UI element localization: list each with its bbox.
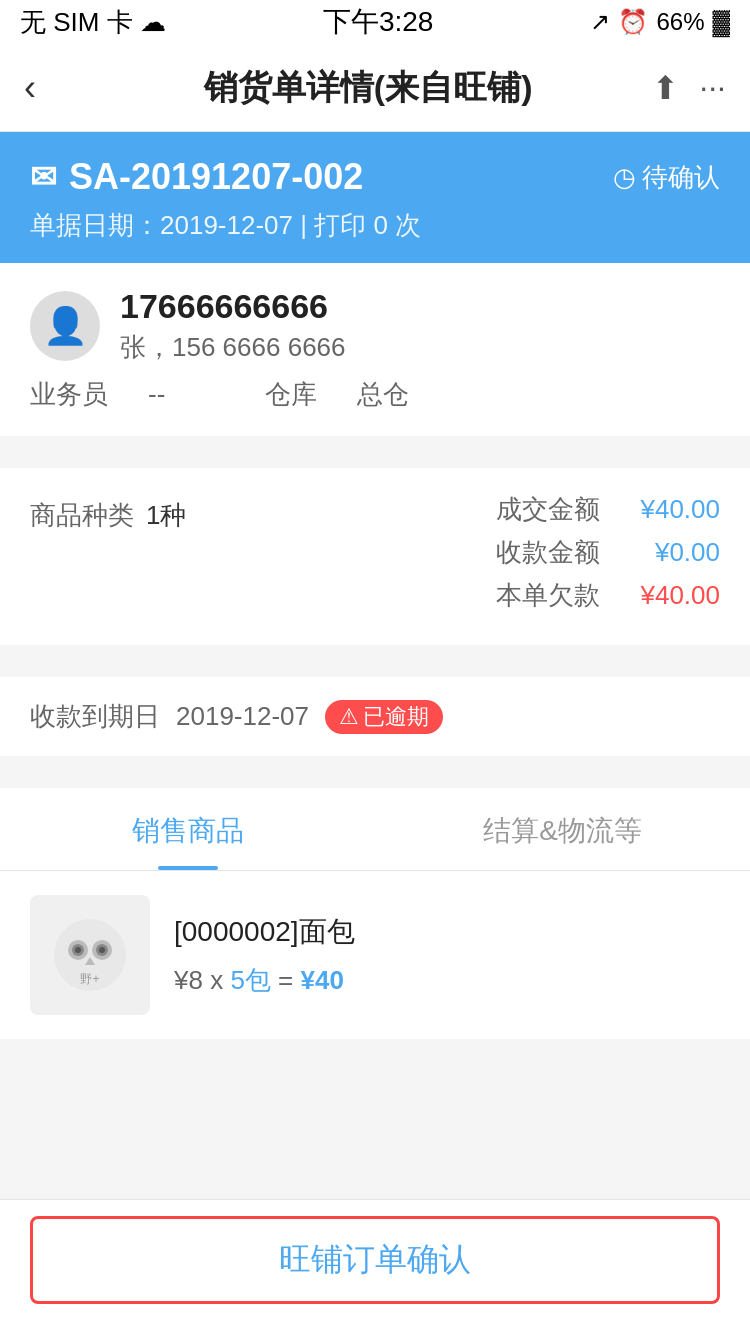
status-bar: 无 SIM 卡 ☁ 下午3:28 ↗ ⏰ 66% ▓ (0, 0, 750, 44)
divider-3 (0, 772, 750, 788)
tab-sales-products[interactable]: 销售商品 (0, 788, 375, 870)
alert-icon: ⚠ (339, 704, 359, 730)
multiply-symbol: x (210, 965, 230, 995)
overdue-badge: ⚠ 已逾期 (325, 700, 443, 734)
svg-text:野+: 野+ (80, 972, 99, 986)
status-bar-time: 下午3:28 (323, 3, 434, 41)
tab-settlement[interactable]: 结算&物流等 (375, 788, 750, 870)
salesperson-label: 业务员 (30, 377, 108, 412)
back-button[interactable]: ‹ (24, 67, 84, 109)
summary-right: 成交金额 ¥40.00 收款金额 ¥0.00 本单欠款 ¥40.00 (496, 492, 720, 621)
customer-phone: 17666666666 (120, 287, 346, 326)
amount-label: 成交金额 (496, 492, 600, 527)
bottom-bar: 旺铺订单确认 (0, 1199, 750, 1334)
order-date: 单据日期：2019-12-07 | 打印 0 次 (30, 208, 720, 243)
status-bar-left: 无 SIM 卡 ☁ (20, 5, 166, 40)
customer-section: 👤 17666666666 张，156 6666 6666 业务员 -- 仓库 … (0, 263, 750, 436)
due-date-section: 收款到期日 2019-12-07 ⚠ 已逾期 (0, 677, 750, 756)
category-value: 1种 (146, 498, 186, 533)
customer-avatar: 👤 (30, 291, 100, 361)
due-date-value: 2019-12-07 (176, 701, 309, 732)
divider-1 (0, 452, 750, 468)
order-id: ✉ SA-20191207-002 (30, 156, 363, 198)
category-label: 商品种类 (30, 498, 134, 533)
product-unit-price: ¥8 (174, 965, 203, 995)
divider-2 (0, 661, 750, 677)
avatar-icon: 👤 (43, 305, 88, 347)
product-section: 野+ [0000002]面包 ¥8 x 5包 = ¥40 (0, 871, 750, 1039)
status-bar-right: ↗ ⏰ 66% ▓ (590, 8, 730, 36)
amount-value: ¥40.00 (620, 494, 720, 525)
battery-status: 66% (656, 8, 704, 36)
share-button[interactable]: ⬆ (652, 69, 679, 107)
clock-icon: ◷ (613, 162, 636, 193)
summary-section: 商品种类 1种 成交金额 ¥40.00 收款金额 ¥0.00 本单欠款 ¥40.… (0, 468, 750, 645)
product-name: [0000002]面包 (174, 913, 720, 951)
order-header-card: ✉ SA-20191207-002 ◷ 待确认 单据日期：2019-12-07 … (0, 132, 750, 263)
nav-bar: ‹ 销货单详情(来自旺铺) ⬆ ··· (0, 44, 750, 132)
owed-label: 本单欠款 (496, 578, 600, 613)
warehouse-label: 仓库 (265, 377, 317, 412)
svg-point-6 (99, 947, 105, 953)
product-quantity: 5包 (230, 965, 270, 995)
product-logo: 野+ (50, 915, 130, 995)
received-value: ¥0.00 (620, 537, 720, 568)
due-date-label: 收款到期日 (30, 699, 160, 734)
owed-value: ¥40.00 (620, 580, 720, 611)
alarm-icon: ⏰ (618, 8, 648, 36)
equals-symbol: = (278, 965, 300, 995)
product-price-row: ¥8 x 5包 = ¥40 (174, 963, 720, 998)
more-button[interactable]: ··· (699, 69, 726, 106)
received-label: 收款金额 (496, 535, 600, 570)
product-item: 野+ [0000002]面包 ¥8 x 5包 = ¥40 (30, 895, 720, 1015)
page-title: 销货单详情(来自旺铺) (204, 65, 533, 111)
customer-meta: 业务员 -- 仓库 总仓 (30, 377, 720, 412)
product-thumbnail: 野+ (30, 895, 150, 1015)
product-info: [0000002]面包 ¥8 x 5包 = ¥40 (174, 913, 720, 998)
confirm-order-button[interactable]: 旺铺订单确认 (30, 1216, 720, 1304)
customer-name: 张，156 6666 6666 (120, 330, 346, 365)
svg-point-5 (75, 947, 81, 953)
battery-icon: ▓ (712, 8, 730, 36)
tabs-section: 销售商品 结算&物流等 (0, 788, 750, 871)
sim-status: 无 SIM 卡 ☁ (20, 5, 166, 40)
inbox-icon: ✉ (30, 158, 57, 196)
warehouse-value: 总仓 (357, 377, 409, 412)
order-status: ◷ 待确认 (613, 160, 720, 195)
product-total: ¥40 (301, 965, 344, 995)
location-icon: ↗ (590, 8, 610, 36)
nav-actions: ⬆ ··· (652, 69, 726, 107)
salesperson-value: -- (148, 379, 165, 410)
